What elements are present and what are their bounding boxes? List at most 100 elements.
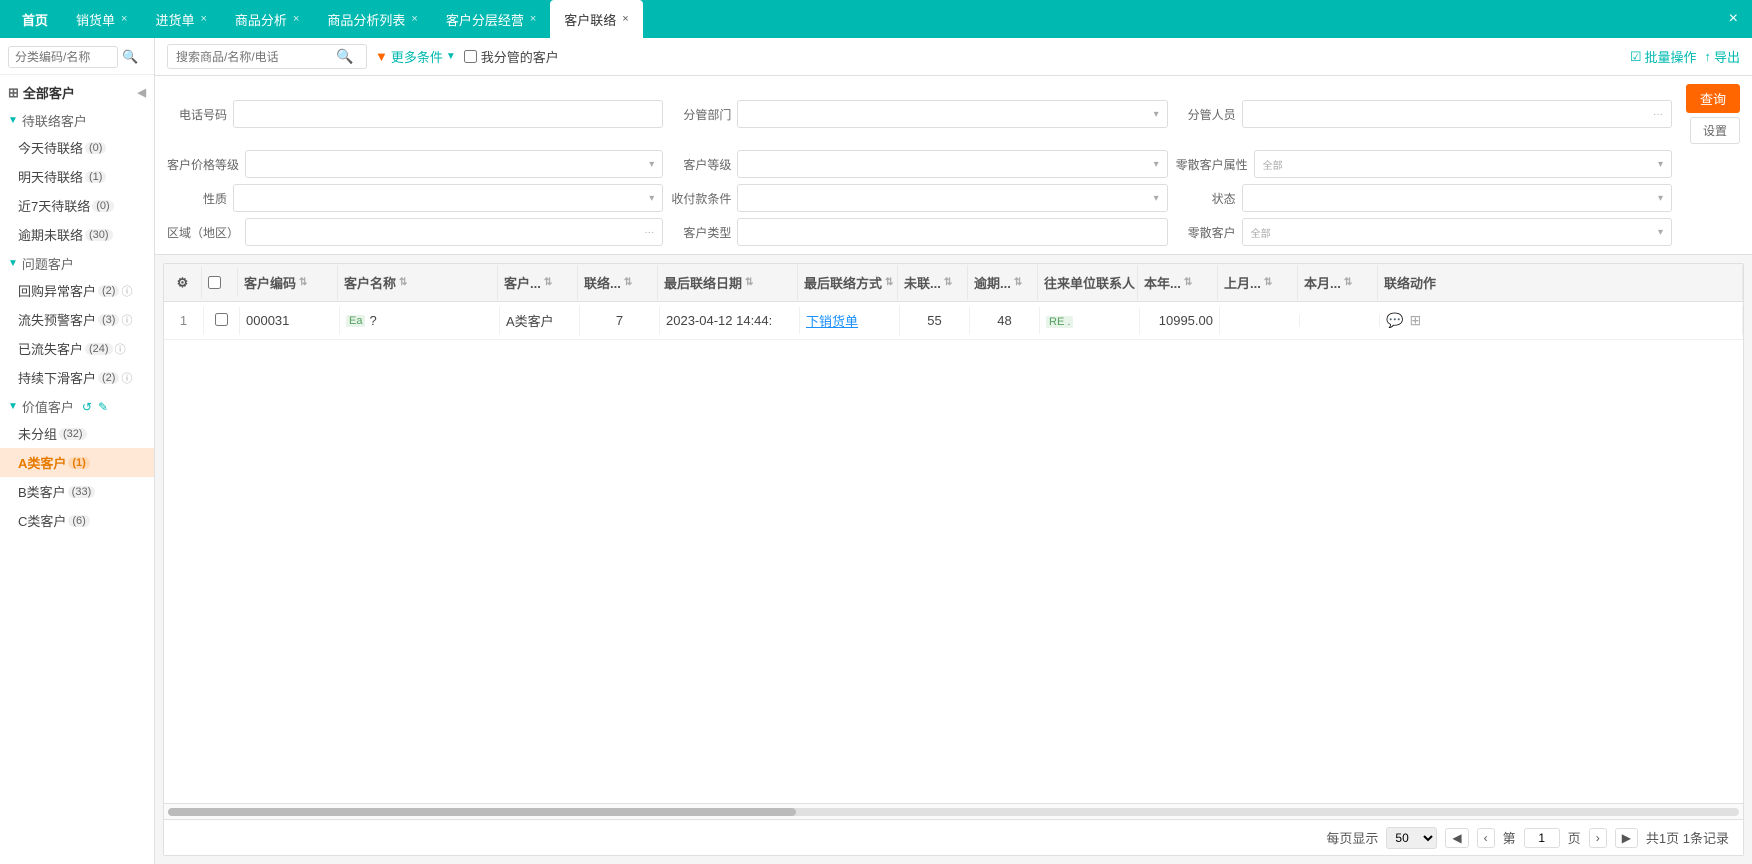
last-page-btn[interactable]: ▶ — [1615, 828, 1638, 848]
item-label: 今天待联络 — [18, 138, 83, 157]
topbar-item-analysis-list[interactable]: 商品分析列表 × — [313, 0, 431, 38]
nature-select[interactable]: ▾ — [233, 184, 663, 212]
group-title-problem[interactable]: ▼ 问题客户 — [0, 249, 154, 276]
prev-page-btn[interactable]: ‹ — [1477, 828, 1495, 848]
close-customer-tier-icon[interactable]: × — [530, 13, 536, 25]
sidebar-search-icon[interactable]: 🔍 — [122, 49, 138, 65]
item-badge: (0) — [92, 200, 113, 212]
item-label: 流失预警客户 — [18, 310, 96, 329]
topbar-item-purchase[interactable]: 进货单 × — [141, 0, 220, 38]
close-analysis-icon[interactable]: × — [293, 13, 299, 25]
settings-button[interactable]: 设置 — [1690, 117, 1740, 144]
customer-type-select[interactable] — [737, 218, 1167, 246]
row-checkbox-1[interactable] — [215, 313, 228, 326]
phone-input[interactable] — [233, 100, 663, 128]
sidebar-item-a-class[interactable]: A类客户(1) — [0, 448, 154, 477]
close-purchase-icon[interactable]: × — [200, 13, 206, 25]
topbar-item-customer-contact[interactable]: 客户联络 × — [550, 0, 642, 38]
th-customer-level[interactable]: 客户... ⇅ — [498, 265, 578, 300]
first-page-btn[interactable]: ◀ — [1445, 828, 1468, 848]
th-name[interactable]: 客户名称 ⇅ — [338, 265, 498, 300]
sidebar-item-overdue-pending[interactable]: 逾期未联络(30) — [0, 220, 154, 249]
region-select[interactable]: ··· — [245, 218, 663, 246]
per-page-select[interactable]: 50 100 200 — [1386, 827, 1437, 849]
field-nature-label: 性质 — [167, 190, 227, 207]
sidebar-item-today-pending[interactable]: 今天待联络(0) — [0, 133, 154, 162]
filter-more-btn[interactable]: ▼ 更多条件 ▼ — [375, 47, 456, 66]
sidebar-item-churn-warning[interactable]: 流失预警客户(3) ⓘ — [0, 305, 154, 334]
refresh-icon[interactable]: ↺ — [82, 400, 92, 414]
sidebar-item-repurchase-abnormal[interactable]: 回购异常客户(2) ⓘ — [0, 276, 154, 305]
field-dept-label: 分管部门 — [671, 106, 731, 123]
topbar-item-analysis[interactable]: 商品分析 × — [221, 0, 313, 38]
retail-customer-select[interactable]: 全部 ▾ — [1242, 218, 1672, 246]
th-year-amount[interactable]: 本年... ⇅ — [1138, 265, 1218, 300]
th-last-contact-way[interactable]: 最后联络方式 ⇅ — [798, 265, 898, 300]
item-label: C类客户 — [18, 511, 66, 530]
sidebar-item-churned[interactable]: 已流失客户(24) ⓘ — [0, 334, 154, 363]
topbar-label-purchase: 进货单 — [155, 10, 194, 29]
retail-attr-value: 全部 — [1263, 157, 1283, 172]
th-check — [202, 268, 238, 297]
field-customer-type-label: 客户类型 — [671, 224, 731, 241]
way-value[interactable]: 下销货单 — [806, 314, 858, 329]
sidebar-item-unclassified[interactable]: 未分组(32) — [0, 419, 154, 448]
group-title-value[interactable]: ▼ 价值客户 ↺ ✎ — [0, 392, 154, 419]
sidebar-all-customers[interactable]: ⊞ 全部客户 ◀ — [0, 75, 154, 106]
topbar-label-customer-tier: 客户分层经营 — [446, 10, 524, 29]
item-badge: (1) — [85, 171, 106, 183]
th-overdue[interactable]: 逾期... ⇅ — [968, 265, 1038, 300]
th-this-month[interactable]: 本月... ⇅ — [1298, 265, 1378, 300]
th-last-month[interactable]: 上月... ⇅ — [1218, 265, 1298, 300]
th-prev-company[interactable]: 往来单位联系人 ⇅ — [1038, 265, 1138, 300]
th-no-contact[interactable]: 未联... ⇅ — [898, 265, 968, 300]
sidebar-item-tomorrow-pending[interactable]: 明天待联络(1) — [0, 162, 154, 191]
more-conditions-label: 更多条件 — [391, 47, 443, 66]
sort-icon: ⇅ — [544, 277, 552, 288]
chat-action-icon[interactable]: 💬 — [1386, 312, 1403, 329]
grid-action-icon[interactable]: ⊞ — [1409, 312, 1421, 329]
sidebar-search-input[interactable] — [8, 46, 118, 68]
filter-search-input[interactable] — [176, 50, 336, 64]
sidebar-item-7days-pending[interactable]: 近7天待联络(0) — [0, 191, 154, 220]
filter-search-icon[interactable]: 🔍 — [336, 48, 353, 65]
close-all-icon[interactable]: × — [1729, 10, 1738, 28]
status-select[interactable]: ▾ — [1242, 184, 1672, 212]
th-gear[interactable]: ⚙ — [164, 267, 202, 299]
th-last-contact-date[interactable]: 最后联络日期 ⇅ — [658, 265, 798, 300]
batch-ops-btn[interactable]: ☑ 批量操作 — [1630, 47, 1697, 66]
customer-level-select[interactable]: ▾ — [737, 150, 1167, 178]
payment-terms-select[interactable]: ▾ — [737, 184, 1167, 212]
manager-select[interactable]: ··· — [1242, 100, 1672, 128]
td-contact-count-1: 7 — [580, 307, 660, 334]
select-all-checkbox[interactable] — [208, 276, 221, 289]
field-manager: 分管人员 ··· — [1176, 100, 1672, 128]
next-page-btn[interactable]: › — [1589, 828, 1607, 848]
close-sales-icon[interactable]: × — [121, 13, 127, 25]
my-customers-checkbox[interactable] — [464, 50, 477, 63]
topbar-item-sales[interactable]: 销货单 × — [62, 0, 141, 38]
th-contact-count[interactable]: 联络... ⇅ — [578, 265, 658, 300]
th-last-month-label: 上月... — [1224, 273, 1261, 292]
sidebar-item-declining[interactable]: 持续下滑客户(2) ⓘ — [0, 363, 154, 392]
page-number-input[interactable] — [1524, 828, 1560, 848]
th-code[interactable]: 客户编码 ⇅ — [238, 265, 338, 300]
export-btn[interactable]: ↑ 导出 — [1704, 47, 1740, 66]
close-customer-contact-icon[interactable]: × — [622, 13, 628, 25]
close-analysis-list-icon[interactable]: × — [411, 13, 417, 25]
query-button[interactable]: 查询 — [1686, 84, 1740, 113]
dept-select[interactable]: ▾ — [737, 100, 1167, 128]
edit-icon[interactable]: ✎ — [98, 400, 108, 414]
item-badge: (33) — [68, 486, 96, 498]
topbar-item-customer-tier[interactable]: 客户分层经营 × — [432, 0, 550, 38]
year-amount-value: 10995.00 — [1159, 313, 1213, 328]
group-title-pending[interactable]: ▼ 待联络客户 — [0, 106, 154, 133]
price-level-select[interactable]: ▾ — [245, 150, 663, 178]
name-tag: Ea — [346, 315, 365, 327]
sidebar-item-b-class[interactable]: B类客户(33) — [0, 477, 154, 506]
td-last-contact-date-1: 2023-04-12 14:44: — [660, 307, 800, 334]
horizontal-scrollbar[interactable] — [164, 803, 1743, 819]
sidebar-item-c-class[interactable]: C类客户(6) — [0, 506, 154, 535]
retail-attr-select[interactable]: 全部 ▾ — [1254, 150, 1672, 178]
topbar-item-home[interactable]: 首页 — [8, 0, 62, 38]
